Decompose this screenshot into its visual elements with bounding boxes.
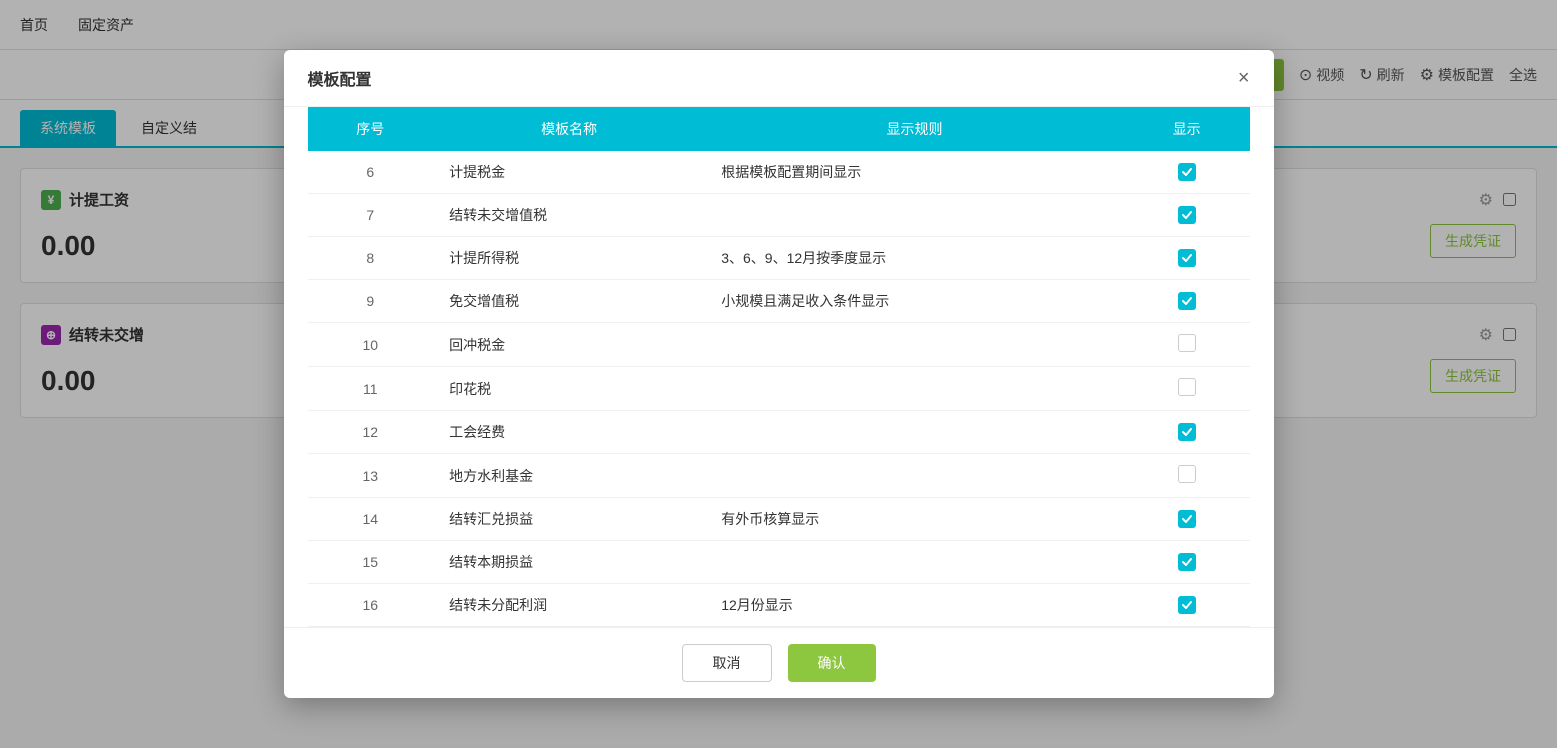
table-row: 9免交增值税小规模且满足收入条件显示: [308, 280, 1250, 323]
checkbox-checked[interactable]: [1178, 249, 1196, 267]
row-checkbox-cell: [1124, 367, 1250, 411]
row-checkbox-cell: [1124, 237, 1250, 280]
table-header-row: 序号 模板名称 显示规则 显示: [308, 107, 1250, 151]
table-row: 15结转本期损益: [308, 541, 1250, 584]
table-row: 12工会经费: [308, 411, 1250, 454]
row-name: 计提税金: [433, 151, 705, 194]
row-id: 16: [308, 584, 434, 627]
row-id: 12: [308, 411, 434, 454]
cancel-button[interactable]: 取消: [682, 644, 772, 682]
row-rule: [705, 194, 1124, 237]
checkbox-checked[interactable]: [1178, 423, 1196, 441]
row-name: 工会经费: [433, 411, 705, 454]
table-row: 10回冲税金: [308, 323, 1250, 367]
table-row: 14结转汇兑损益有外币核算显示: [308, 498, 1250, 541]
row-checkbox-cell: [1124, 151, 1250, 194]
row-rule: 3、6、9、12月按季度显示: [705, 237, 1124, 280]
modal-overlay: 模板配置 × 序号 模板名称 显示规则 显示 6计提税金根据模板配置期间显示 7…: [0, 0, 1557, 748]
table-row: 7结转未交增值税: [308, 194, 1250, 237]
checkbox-checked[interactable]: [1178, 163, 1196, 181]
row-name: 回冲税金: [433, 323, 705, 367]
table-row: 11印花税: [308, 367, 1250, 411]
checkbox-checked[interactable]: [1178, 206, 1196, 224]
row-name: 免交增值税: [433, 280, 705, 323]
col-header-name: 模板名称: [433, 107, 705, 151]
table-row: 13地方水利基金: [308, 454, 1250, 498]
template-config-modal: 模板配置 × 序号 模板名称 显示规则 显示 6计提税金根据模板配置期间显示 7…: [284, 50, 1274, 698]
col-header-display: 显示: [1124, 107, 1250, 151]
modal-header: 模板配置 ×: [284, 50, 1274, 107]
row-rule: [705, 454, 1124, 498]
checkbox-checked[interactable]: [1178, 596, 1196, 614]
row-name: 结转未分配利润: [433, 584, 705, 627]
modal-close-button[interactable]: ×: [1238, 68, 1250, 88]
table-row: 16结转未分配利润12月份显示: [308, 584, 1250, 627]
row-checkbox-cell: [1124, 584, 1250, 627]
row-rule: 根据模板配置期间显示: [705, 151, 1124, 194]
col-header-rule: 显示规则: [705, 107, 1124, 151]
confirm-button[interactable]: 确认: [788, 644, 876, 682]
row-id: 9: [308, 280, 434, 323]
modal-footer: 取消 确认: [284, 627, 1274, 698]
row-rule: 有外币核算显示: [705, 498, 1124, 541]
row-id: 8: [308, 237, 434, 280]
checkbox-unchecked[interactable]: [1178, 334, 1196, 352]
table-row: 6计提税金根据模板配置期间显示: [308, 151, 1250, 194]
row-checkbox-cell: [1124, 498, 1250, 541]
row-rule: [705, 367, 1124, 411]
row-id: 7: [308, 194, 434, 237]
row-name: 计提所得税: [433, 237, 705, 280]
row-id: 13: [308, 454, 434, 498]
row-checkbox-cell: [1124, 323, 1250, 367]
row-checkbox-cell: [1124, 411, 1250, 454]
config-table: 序号 模板名称 显示规则 显示 6计提税金根据模板配置期间显示 7结转未交增值税…: [308, 107, 1250, 627]
row-rule: 12月份显示: [705, 584, 1124, 627]
checkbox-checked[interactable]: [1178, 553, 1196, 571]
modal-body: 序号 模板名称 显示规则 显示 6计提税金根据模板配置期间显示 7结转未交增值税…: [284, 107, 1274, 627]
row-id: 11: [308, 367, 434, 411]
checkbox-checked[interactable]: [1178, 510, 1196, 528]
checkbox-unchecked[interactable]: [1178, 378, 1196, 396]
row-checkbox-cell: [1124, 541, 1250, 584]
row-checkbox-cell: [1124, 454, 1250, 498]
row-rule: [705, 411, 1124, 454]
row-name: 结转汇兑损益: [433, 498, 705, 541]
col-header-id: 序号: [308, 107, 434, 151]
row-rule: [705, 323, 1124, 367]
row-checkbox-cell: [1124, 280, 1250, 323]
row-id: 6: [308, 151, 434, 194]
table-row: 8计提所得税3、6、9、12月按季度显示: [308, 237, 1250, 280]
row-id: 14: [308, 498, 434, 541]
modal-title: 模板配置: [308, 66, 372, 90]
row-name: 结转未交增值税: [433, 194, 705, 237]
row-rule: 小规模且满足收入条件显示: [705, 280, 1124, 323]
checkbox-checked[interactable]: [1178, 292, 1196, 310]
row-checkbox-cell: [1124, 194, 1250, 237]
row-rule: [705, 541, 1124, 584]
row-name: 结转本期损益: [433, 541, 705, 584]
row-id: 15: [308, 541, 434, 584]
row-id: 10: [308, 323, 434, 367]
checkbox-unchecked[interactable]: [1178, 465, 1196, 483]
row-name: 地方水利基金: [433, 454, 705, 498]
row-name: 印花税: [433, 367, 705, 411]
